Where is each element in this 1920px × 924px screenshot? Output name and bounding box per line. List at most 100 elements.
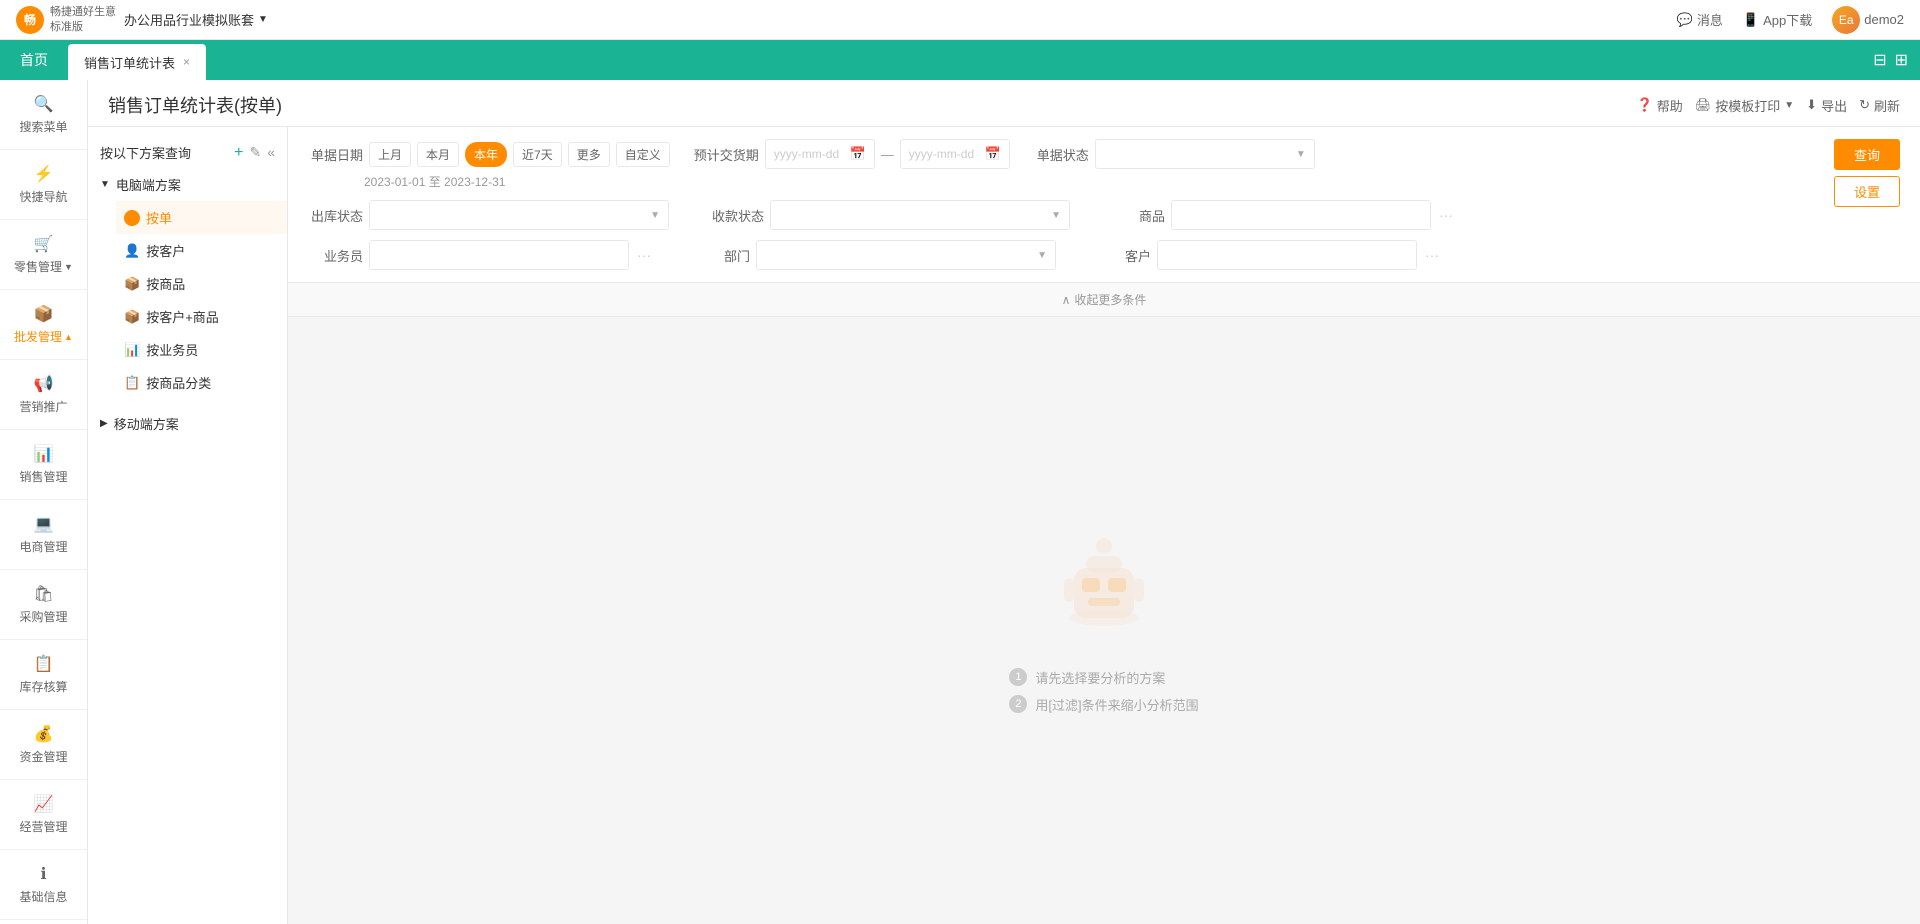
sidebar-item-sales[interactable]: 📊 销售管理	[0, 430, 87, 500]
calendar-icon: 📅	[850, 146, 866, 162]
goods-input[interactable]	[1171, 200, 1431, 230]
right-panel: 单据日期 上月 本月 本年 近7天 更多 自定义	[288, 127, 1920, 924]
sidebar-item-wholesale[interactable]: 📦 批发管理 ▲	[0, 290, 87, 360]
wholesale-icon: 📦	[34, 304, 54, 324]
ship-status-select[interactable]: ▼	[369, 200, 669, 230]
tree-item-by-category[interactable]: 📋 按商品分类	[116, 366, 287, 399]
marketing-icon: 📢	[34, 374, 54, 394]
goods-ellipsis-btn[interactable]: ···	[1435, 207, 1457, 223]
empty-state: 1 请先选择要分析的方案 2 用[过滤]条件来缩小分析范围	[288, 317, 1920, 924]
query-buttons: 查询 设置	[1834, 139, 1900, 207]
expected-date-label: 预计交货期	[694, 145, 759, 164]
sidebar-item-retail[interactable]: 🛒 零售管理 ▼	[0, 220, 87, 290]
logo-area: 畅 畅捷通好生意 标准版	[16, 5, 116, 34]
bill-status-select[interactable]: ▼	[1095, 139, 1315, 169]
pay-status-filter: 收款状态 ▼	[709, 200, 1070, 230]
ecommerce-icon: 💻	[34, 514, 54, 534]
this-year-btn[interactable]: 本年	[465, 142, 507, 167]
user-menu[interactable]: Ea demo2	[1832, 6, 1904, 34]
collapse-panel-button[interactable]: «	[267, 144, 275, 162]
sidebar-item-basic-info[interactable]: ℹ 基础信息	[0, 850, 87, 920]
filter-line-3: 业务员 ··· 部门	[308, 240, 1814, 270]
tree-mobile-expand-icon: ▶	[100, 418, 108, 429]
tree-mobile-group[interactable]: ▶ 移动端方案	[88, 407, 287, 440]
tree-desktop-group[interactable]: ▼ 电脑端方案	[88, 168, 287, 201]
sidebar: 🔍 搜索菜单 ⚡ 快捷导航 🛒 零售管理 ▼ 📦 批发管理 ▲ 📢 营销推广	[0, 80, 88, 924]
edit-scheme-button[interactable]: ✎	[249, 144, 261, 162]
this-month-btn[interactable]: 本月	[417, 142, 459, 167]
logo-text: 畅捷通好生意 标准版	[50, 5, 116, 34]
sidebar-item-purchase[interactable]: 🛍 采购管理	[0, 570, 87, 640]
window-minimize-button[interactable]: ⊟	[1873, 50, 1886, 70]
print-button[interactable]: 🖨 按模板打印 ▼	[1695, 96, 1794, 115]
help-button[interactable]: ❓ 帮助	[1637, 96, 1683, 115]
department-select[interactable]: ▼	[756, 240, 1056, 270]
pay-dropdown-icon: ▼	[1051, 210, 1061, 221]
sidebar-item-operations[interactable]: 📈 经营管理	[0, 780, 87, 850]
salesperson-filter: 业务员 ···	[308, 240, 655, 270]
chevron-up-icon: ▲	[64, 332, 73, 342]
message-icon: 💬	[1677, 12, 1693, 28]
date-separator: —	[881, 147, 894, 162]
by-order-icon	[124, 210, 140, 226]
custom-date-btn[interactable]: 自定义	[616, 142, 670, 167]
tab-active[interactable]: 销售订单统计表 ×	[68, 44, 206, 80]
retail-icon: 🛒	[34, 234, 54, 254]
content-inner: 按以下方案查询 + ✎ « ▼ 电脑端方案 按单	[88, 127, 1920, 924]
tab-home[interactable]: 首页	[0, 40, 68, 80]
goods-filter: 商品 ···	[1110, 200, 1457, 230]
messages-button[interactable]: 💬 消息	[1677, 10, 1723, 29]
last7days-btn[interactable]: 近7天	[513, 142, 562, 167]
tab-close-button[interactable]: ×	[183, 55, 190, 69]
set-button[interactable]: 设置	[1834, 176, 1900, 207]
export-icon: ⬇	[1806, 97, 1817, 113]
sidebar-item-system[interactable]: ⚙ 系统管理	[0, 920, 87, 924]
inventory-icon: 📋	[34, 654, 54, 674]
sidebar-item-ecommerce[interactable]: 💻 电商管理	[0, 500, 87, 570]
last-month-btn[interactable]: 上月	[369, 142, 411, 167]
chevron-down-icon: ▼	[258, 14, 268, 25]
salesperson-input[interactable]	[369, 240, 629, 270]
sidebar-item-inventory[interactable]: 📋 库存核算	[0, 640, 87, 710]
salesperson-ellipsis-btn[interactable]: ···	[633, 247, 655, 263]
logo-icon: 畅	[16, 6, 44, 34]
query-button[interactable]: 查询	[1834, 139, 1900, 170]
help-icon: ❓	[1637, 97, 1653, 113]
tree-item-by-salesperson[interactable]: 📊 按业务员	[116, 333, 287, 366]
sidebar-item-search[interactable]: 🔍 搜索菜单	[0, 80, 87, 150]
topbar-left: 畅 畅捷通好生意 标准版 办公用品行业模拟账套 ▼	[16, 5, 268, 34]
tree-item-by-customer-goods[interactable]: 📦 按客户+商品	[116, 300, 287, 333]
sidebar-item-marketing[interactable]: 📢 营销推广	[0, 360, 87, 430]
main-layout: 🔍 搜索菜单 ⚡ 快捷导航 🛒 零售管理 ▼ 📦 批发管理 ▲ 📢 营销推广	[0, 80, 1920, 924]
sidebar-item-quicknav[interactable]: ⚡ 快捷导航	[0, 150, 87, 220]
customer-input[interactable]	[1157, 240, 1417, 270]
tree-item-by-goods[interactable]: 📦 按商品	[116, 267, 287, 300]
quicknav-icon: ⚡	[34, 164, 54, 184]
print-icon: 🖨	[1695, 97, 1712, 113]
customer-ellipsis-btn[interactable]: ···	[1421, 247, 1443, 263]
expected-date-end-input[interactable]: yyyy-mm-dd 📅	[900, 139, 1010, 169]
more-date-btn[interactable]: 更多	[568, 142, 610, 167]
collapse-bar[interactable]: ∧ 收起更多条件	[288, 283, 1920, 317]
expected-date-start-input[interactable]: yyyy-mm-dd 📅	[765, 139, 875, 169]
tabbar-right: ⊟ ⊞	[1873, 50, 1920, 70]
topbar: 畅 畅捷通好生意 标准版 办公用品行业模拟账套 ▼ 💬 消息 📱 App下载 E…	[0, 0, 1920, 40]
chevron-icon: ▼	[64, 262, 73, 272]
hint-num-2: 2	[1009, 695, 1027, 713]
pay-status-select[interactable]: ▼	[770, 200, 1070, 230]
app-download-button[interactable]: 📱 App下载	[1743, 10, 1812, 29]
refresh-button[interactable]: ↻ 刷新	[1859, 96, 1900, 115]
refresh-icon: ↻	[1859, 97, 1870, 113]
empty-hints: 1 请先选择要分析的方案 2 用[过滤]条件来缩小分析范围	[1009, 668, 1198, 714]
department-label: 部门	[695, 246, 750, 265]
purchase-icon: 🛍	[33, 584, 53, 604]
basic-info-icon: ℹ	[40, 864, 46, 884]
sidebar-item-finance[interactable]: 💰 资金管理	[0, 710, 87, 780]
by-goods-icon: 📦	[124, 276, 140, 292]
workspace-selector[interactable]: 办公用品行业模拟账套 ▼	[124, 10, 268, 29]
tree-item-by-customer[interactable]: 👤 按客户	[116, 234, 287, 267]
export-button[interactable]: ⬇ 导出	[1806, 96, 1847, 115]
window-expand-button[interactable]: ⊞	[1895, 50, 1908, 70]
tree-item-by-order[interactable]: 按单	[116, 201, 287, 234]
add-scheme-button[interactable]: +	[234, 144, 243, 162]
